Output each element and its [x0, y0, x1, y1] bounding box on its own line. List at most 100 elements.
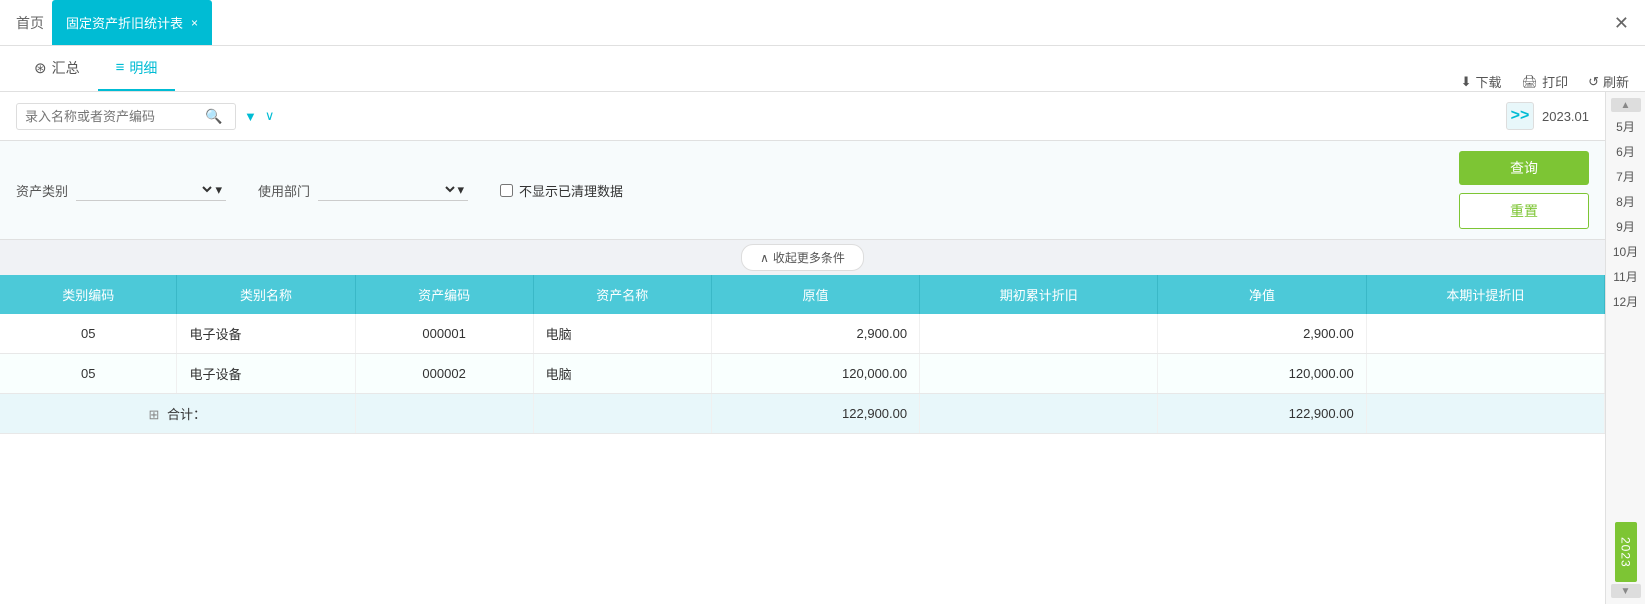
cell-cat-code: 05	[0, 314, 177, 354]
col-asset-code: 资产编码	[355, 275, 533, 314]
total-empty2	[533, 394, 711, 434]
hide-cleared-label: 不显示已清理数据	[519, 181, 623, 200]
col-asset-name: 资产名称	[533, 275, 711, 314]
total-icon: ⊞	[149, 407, 160, 422]
cell-original-value: 120,000.00	[711, 354, 919, 394]
sidebar-month[interactable]: 6月	[1613, 139, 1638, 164]
cell-net-value: 2,900.00	[1158, 314, 1366, 354]
asset-type-select[interactable]	[80, 181, 215, 198]
total-original-value: 122,900.00	[711, 394, 919, 434]
filter-icon: ▼	[244, 109, 257, 124]
total-label: 合计：	[167, 407, 206, 422]
sidebar-month[interactable]: 8月	[1613, 189, 1638, 214]
col-current-depreciation: 本期计提折旧	[1366, 275, 1604, 314]
sidebar-scroll-down[interactable]: ▼	[1611, 584, 1641, 598]
col-accum-depreciation: 期初累计折旧	[920, 275, 1158, 314]
more-filter-btn[interactable]: ▼ ∨	[244, 108, 274, 124]
cell-asset-name: 电脑	[533, 314, 711, 354]
sidebar-month[interactable]: 11月	[1613, 264, 1638, 289]
tab-actions: ⬇ 下载 🖨 打印 ↺ 刷新	[1461, 72, 1629, 91]
dept-select-wrap[interactable]: ▾	[318, 179, 468, 201]
hide-cleared-checkbox[interactable]	[500, 184, 513, 197]
tab-close-icon[interactable]: ×	[191, 16, 198, 30]
total-net-value: 122,900.00	[1158, 394, 1366, 434]
download-label: 下载	[1476, 72, 1502, 91]
filter-actions: 查询 重置	[1459, 151, 1589, 229]
tab-label: 固定资产折旧统计表	[66, 13, 183, 32]
filter-bar: 🔍 ▼ ∨ >> 2023.01	[0, 92, 1605, 141]
collapse-label: 收起更多条件	[773, 249, 845, 266]
cell-accum-dep	[920, 354, 1158, 394]
total-icon-cell: ⊞ 合计：	[0, 394, 355, 434]
print-icon: 🖨	[1522, 74, 1539, 90]
col-cat-code: 类别编码	[0, 275, 177, 314]
total-row: ⊞ 合计： 122,900.00 122,900.00	[0, 394, 1605, 434]
date-label: 2023.01	[1542, 109, 1589, 124]
reset-button[interactable]: 重置	[1459, 193, 1589, 229]
total-current-dep	[1366, 394, 1604, 434]
query-button[interactable]: 查询	[1459, 151, 1589, 185]
col-net-value: 净值	[1158, 275, 1366, 314]
refresh-icon: ↺	[1588, 74, 1599, 90]
cell-current-dep	[1366, 354, 1604, 394]
collapse-icon: ∧	[760, 251, 769, 265]
tab-summary[interactable]: ⊛ 汇总	[16, 46, 98, 91]
cell-cat-name: 电子设备	[177, 354, 355, 394]
download-action[interactable]: ⬇ 下载	[1461, 72, 1502, 91]
sidebar-month[interactable]: 5月	[1613, 114, 1638, 139]
cell-asset-code: 000001	[355, 314, 533, 354]
refresh-label: 刷新	[1603, 72, 1629, 91]
cell-asset-code: 000002	[355, 354, 533, 394]
search-wrap[interactable]: 🔍	[16, 103, 236, 130]
cell-net-value: 120,000.00	[1158, 354, 1366, 394]
dept-field: 使用部门 ▾	[258, 179, 468, 201]
sidebar-month[interactable]: 9月	[1613, 214, 1638, 239]
asset-type-select-wrap[interactable]: ▾	[76, 179, 226, 201]
collapse-button[interactable]: ∧ 收起更多条件	[741, 244, 864, 271]
tab-detail-label: 明细	[129, 58, 157, 78]
search-icon: 🔍	[205, 108, 222, 125]
print-label: 打印	[1542, 72, 1568, 91]
asset-type-label: 资产类别	[16, 181, 68, 200]
main-tab[interactable]: 固定资产折旧统计表 ×	[52, 0, 212, 45]
hide-cleared-wrap[interactable]: 不显示已清理数据	[500, 181, 623, 200]
cell-cat-code: 05	[0, 354, 177, 394]
dept-label: 使用部门	[258, 181, 310, 200]
total-accum-dep	[920, 394, 1158, 434]
home-nav[interactable]: 首页	[16, 13, 44, 33]
summary-icon: ⊛	[34, 59, 47, 77]
tab-detail[interactable]: ≡ 明细	[98, 46, 176, 91]
sidebar-scroll-up[interactable]: ▲	[1611, 98, 1641, 112]
table-container: 类别编码 类别名称 资产编码 资产名称 原值 期初累计折旧 净值 本期计提折旧 …	[0, 275, 1605, 604]
print-action[interactable]: 🖨 打印	[1522, 72, 1569, 91]
cell-accum-dep	[920, 314, 1158, 354]
sub-tabs-bar: ⊛ 汇总 ≡ 明细 ⬇ 下载 🖨 打印 ↺ 刷新	[0, 46, 1645, 92]
table-row: 05 电子设备 000002 电脑 120,000.00 120,000.00	[0, 354, 1605, 394]
cell-asset-name: 电脑	[533, 354, 711, 394]
date-nav-btn[interactable]: >>	[1506, 102, 1534, 130]
sidebar-month[interactable]: 7月	[1613, 164, 1638, 189]
tab-summary-label: 汇总	[52, 58, 80, 78]
window-close-icon[interactable]: ✕	[1614, 14, 1629, 32]
filter-chevron-icon: ∨	[265, 108, 275, 124]
ext-filter: 资产类别 ▾ 使用部门 ▾ 不显示已清理数	[0, 141, 1605, 240]
download-icon: ⬇	[1461, 74, 1472, 90]
asset-type-chevron-icon: ▾	[215, 182, 222, 198]
search-input[interactable]	[25, 109, 205, 124]
col-cat-name: 类别名称	[177, 275, 355, 314]
detail-icon: ≡	[116, 59, 125, 76]
dept-chevron-icon: ▾	[458, 182, 465, 198]
sidebar-year: 2023	[1615, 522, 1637, 582]
asset-type-field: 资产类别 ▾	[16, 179, 226, 201]
refresh-action[interactable]: ↺ 刷新	[1588, 72, 1629, 91]
dept-select[interactable]	[322, 181, 457, 198]
cell-cat-name: 电子设备	[177, 314, 355, 354]
sidebar-month[interactable]: 12月	[1613, 289, 1638, 314]
data-table: 类别编码 类别名称 资产编码 资产名称 原值 期初累计折旧 净值 本期计提折旧 …	[0, 275, 1605, 434]
total-empty1	[355, 394, 533, 434]
col-original-value: 原值	[711, 275, 919, 314]
cell-current-dep	[1366, 314, 1604, 354]
collapse-bar: ∧ 收起更多条件	[0, 240, 1605, 275]
cell-original-value: 2,900.00	[711, 314, 919, 354]
sidebar-month[interactable]: 10月	[1613, 239, 1638, 264]
